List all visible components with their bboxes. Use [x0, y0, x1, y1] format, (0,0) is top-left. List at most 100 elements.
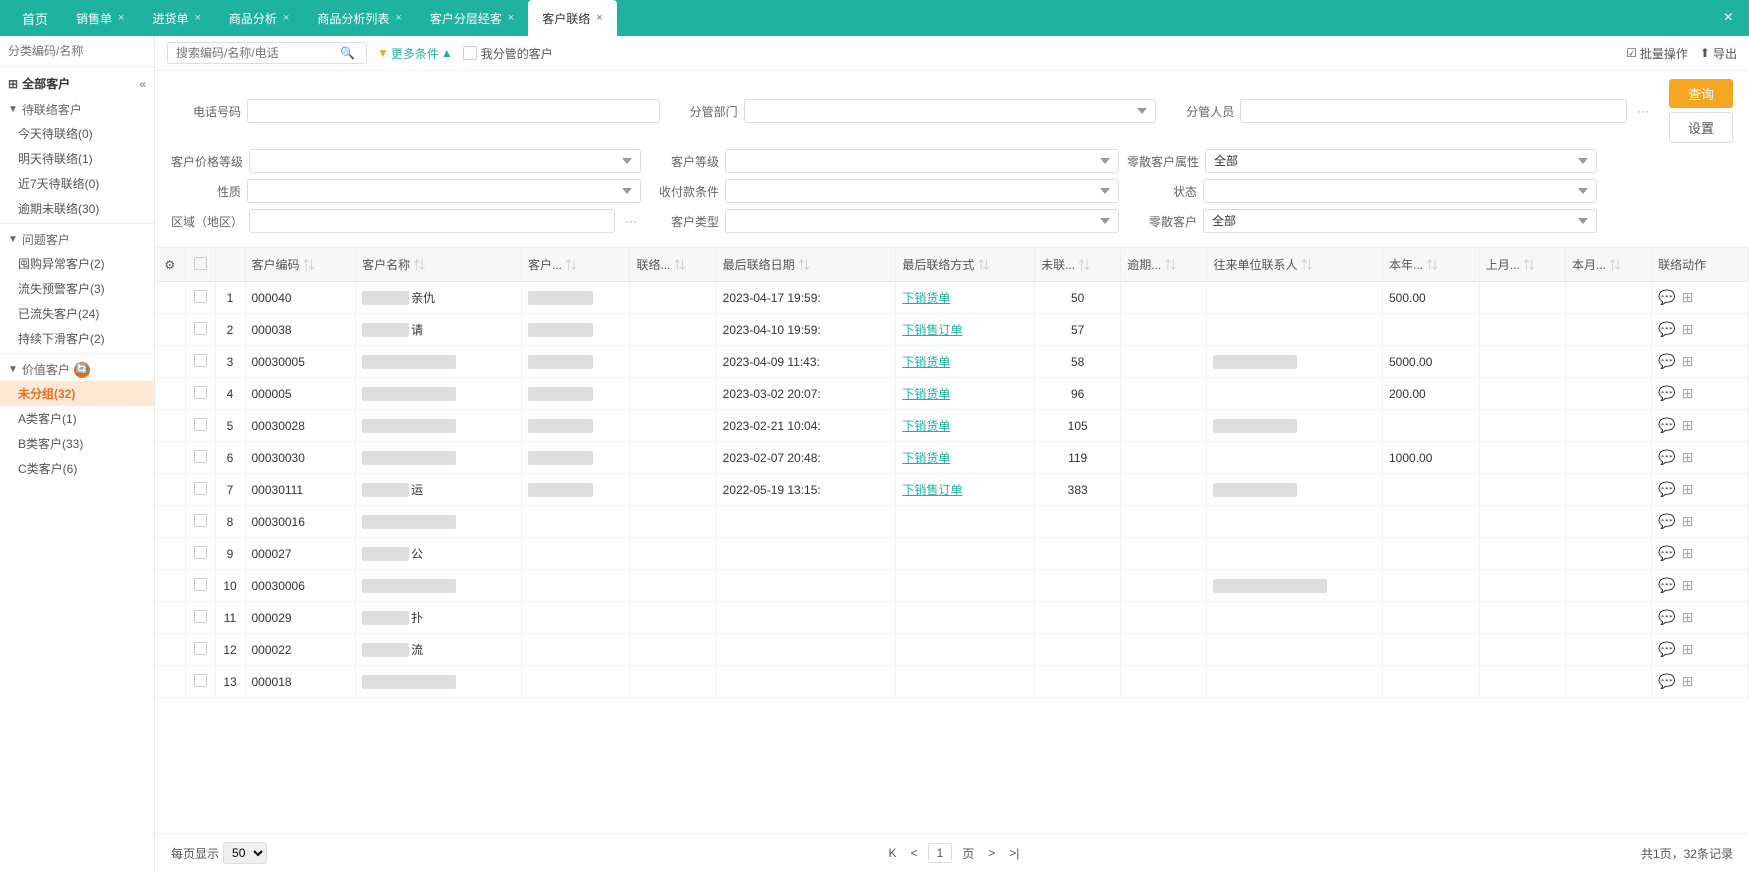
row-checkbox-cell[interactable]: [185, 570, 215, 602]
message-action-icon[interactable]: 💬: [1658, 481, 1675, 498]
row-checkbox-cell[interactable]: [185, 506, 215, 538]
close-customer-contact-tab-icon[interactable]: ×: [596, 12, 602, 24]
col-name-header[interactable]: 客户名称 ⇅: [356, 248, 522, 282]
table-cell[interactable]: [896, 538, 1035, 570]
table-cell[interactable]: 下销货单: [896, 378, 1035, 410]
window-close-icon[interactable]: ×: [1716, 9, 1741, 27]
filter-customer-grade-select[interactable]: [725, 149, 1119, 173]
row-checkbox[interactable]: [194, 386, 207, 399]
col-no-contact-header[interactable]: 未联... ⇅: [1035, 248, 1121, 282]
search-button[interactable]: 查询: [1669, 79, 1733, 108]
filter-person-input[interactable]: [1240, 99, 1627, 123]
row-checkbox-cell[interactable]: [185, 314, 215, 346]
grid-action-icon[interactable]: ⊞: [1682, 417, 1694, 434]
sidebar-item-churned[interactable]: 已流失客户(24): [0, 301, 154, 326]
filter-region-input[interactable]: [249, 209, 615, 233]
col-type-header[interactable]: 客户... ⇅: [521, 248, 630, 282]
sidebar-item-class-b[interactable]: B类客户(33): [0, 431, 154, 456]
message-action-icon[interactable]: 💬: [1658, 289, 1675, 306]
row-checkbox[interactable]: [194, 546, 207, 559]
filter-customer-type-select[interactable]: [725, 209, 1119, 233]
col-this-month-header[interactable]: 本月... ⇅: [1565, 248, 1651, 282]
contact-type-link[interactable]: 下销货单: [902, 419, 950, 433]
col-last-month-header[interactable]: 上月... ⇅: [1479, 248, 1565, 282]
sidebar-item-unclassified[interactable]: 未分组(32): [0, 381, 154, 406]
grid-action-icon[interactable]: ⊞: [1682, 449, 1694, 466]
filter-status-select[interactable]: [1203, 179, 1597, 203]
row-checkbox-cell[interactable]: [185, 666, 215, 698]
value-group-label[interactable]: ▼ 价值客户 🔄: [0, 356, 154, 381]
col-contact-header[interactable]: 联络... ⇅: [630, 248, 716, 282]
grid-action-icon[interactable]: ⊞: [1682, 513, 1694, 530]
grid-action-icon[interactable]: ⊞: [1682, 577, 1694, 594]
message-action-icon[interactable]: 💬: [1658, 609, 1675, 626]
filter-phone-input[interactable]: [247, 99, 660, 123]
tab-customer-contact[interactable]: 客户联络 ×: [528, 0, 616, 36]
contact-type-link[interactable]: 下销售订单: [902, 323, 962, 337]
table-cell[interactable]: 下销售订单: [896, 314, 1035, 346]
row-checkbox-cell[interactable]: [185, 410, 215, 442]
close-purchase-tab-icon[interactable]: ×: [194, 12, 200, 24]
sidebar-item-class-a[interactable]: A类客户(1): [0, 406, 154, 431]
filter-retail-customer-select[interactable]: 全部: [1203, 209, 1597, 233]
table-cell[interactable]: 下销货单: [896, 410, 1035, 442]
row-checkbox-cell[interactable]: [185, 474, 215, 506]
sidebar-item-today-pending[interactable]: 今天待联络(0): [0, 121, 154, 146]
sidebar-item-overdue-pending[interactable]: 逾期未联络(30): [0, 196, 154, 221]
prev-page-btn[interactable]: <: [907, 846, 922, 860]
tab-customer-segment[interactable]: 客户分层经客 ×: [416, 0, 528, 36]
message-action-icon[interactable]: 💬: [1658, 641, 1675, 658]
collapse-sidebar-icon[interactable]: «: [139, 77, 146, 91]
table-cell[interactable]: [896, 634, 1035, 666]
message-action-icon[interactable]: 💬: [1658, 577, 1675, 594]
sidebar-search-input[interactable]: [8, 44, 155, 58]
col-unit-contact-header[interactable]: 往来单位联系人 ⇅: [1207, 248, 1383, 282]
close-product-analysis-tab-icon[interactable]: ×: [283, 12, 289, 24]
tab-sales[interactable]: 销售单 ×: [62, 0, 138, 36]
first-page-btn[interactable]: K: [885, 846, 901, 860]
sidebar-item-tomorrow-pending[interactable]: 明天待联络(1): [0, 146, 154, 171]
current-page-input[interactable]: 1: [928, 843, 953, 863]
contact-type-link[interactable]: 下销售订单: [902, 483, 962, 497]
row-checkbox[interactable]: [194, 674, 207, 687]
message-action-icon[interactable]: 💬: [1658, 321, 1675, 338]
table-cell[interactable]: [896, 602, 1035, 634]
more-conditions-btn[interactable]: ▼ 更多条件 ▲: [377, 45, 453, 62]
last-page-btn[interactable]: >|: [1005, 846, 1023, 860]
grid-action-icon[interactable]: ⊞: [1682, 673, 1694, 690]
tab-product-analysis-list[interactable]: 商品分析列表 ×: [303, 0, 415, 36]
sidebar-item-declining[interactable]: 持续下滑客户(2): [0, 326, 154, 351]
row-checkbox-cell[interactable]: [185, 378, 215, 410]
col-this-year-header[interactable]: 本年... ⇅: [1383, 248, 1480, 282]
table-cell[interactable]: 下销售订单: [896, 474, 1035, 506]
row-checkbox[interactable]: [194, 482, 207, 495]
main-search-input[interactable]: [176, 46, 336, 60]
row-checkbox[interactable]: [194, 642, 207, 655]
row-checkbox[interactable]: [194, 514, 207, 527]
filter-price-grade-select[interactable]: [249, 149, 641, 173]
contact-type-link[interactable]: 下销货单: [902, 291, 950, 305]
filter-nature-select[interactable]: [247, 179, 641, 203]
sidebar-item-class-c[interactable]: C类客户(6): [0, 456, 154, 481]
col-last-contact-date-header[interactable]: 最后联络日期 ⇅: [716, 248, 896, 282]
contact-type-link[interactable]: 下销货单: [902, 387, 950, 401]
next-page-btn[interactable]: >: [984, 846, 999, 860]
col-checkbox-header[interactable]: [185, 248, 215, 282]
row-checkbox-cell[interactable]: [185, 602, 215, 634]
row-checkbox[interactable]: [194, 578, 207, 591]
grid-action-icon[interactable]: ⊞: [1682, 289, 1694, 306]
contact-type-link[interactable]: 下销货单: [902, 355, 950, 369]
row-checkbox-cell[interactable]: [185, 282, 215, 314]
close-customer-segment-tab-icon[interactable]: ×: [508, 12, 514, 24]
message-action-icon[interactable]: 💬: [1658, 417, 1675, 434]
contact-type-link[interactable]: 下销货单: [902, 451, 950, 465]
filter-region-more-icon[interactable]: ···: [621, 214, 641, 228]
grid-action-icon[interactable]: ⊞: [1682, 481, 1694, 498]
grid-action-icon[interactable]: ⊞: [1682, 353, 1694, 370]
page-size-select[interactable]: 50: [223, 842, 267, 864]
message-action-icon[interactable]: 💬: [1658, 385, 1675, 402]
close-sales-tab-icon[interactable]: ×: [118, 12, 124, 24]
col-settings[interactable]: ⚙: [155, 248, 185, 282]
my-customers-checkbox[interactable]: [463, 46, 477, 60]
row-checkbox-cell[interactable]: [185, 538, 215, 570]
